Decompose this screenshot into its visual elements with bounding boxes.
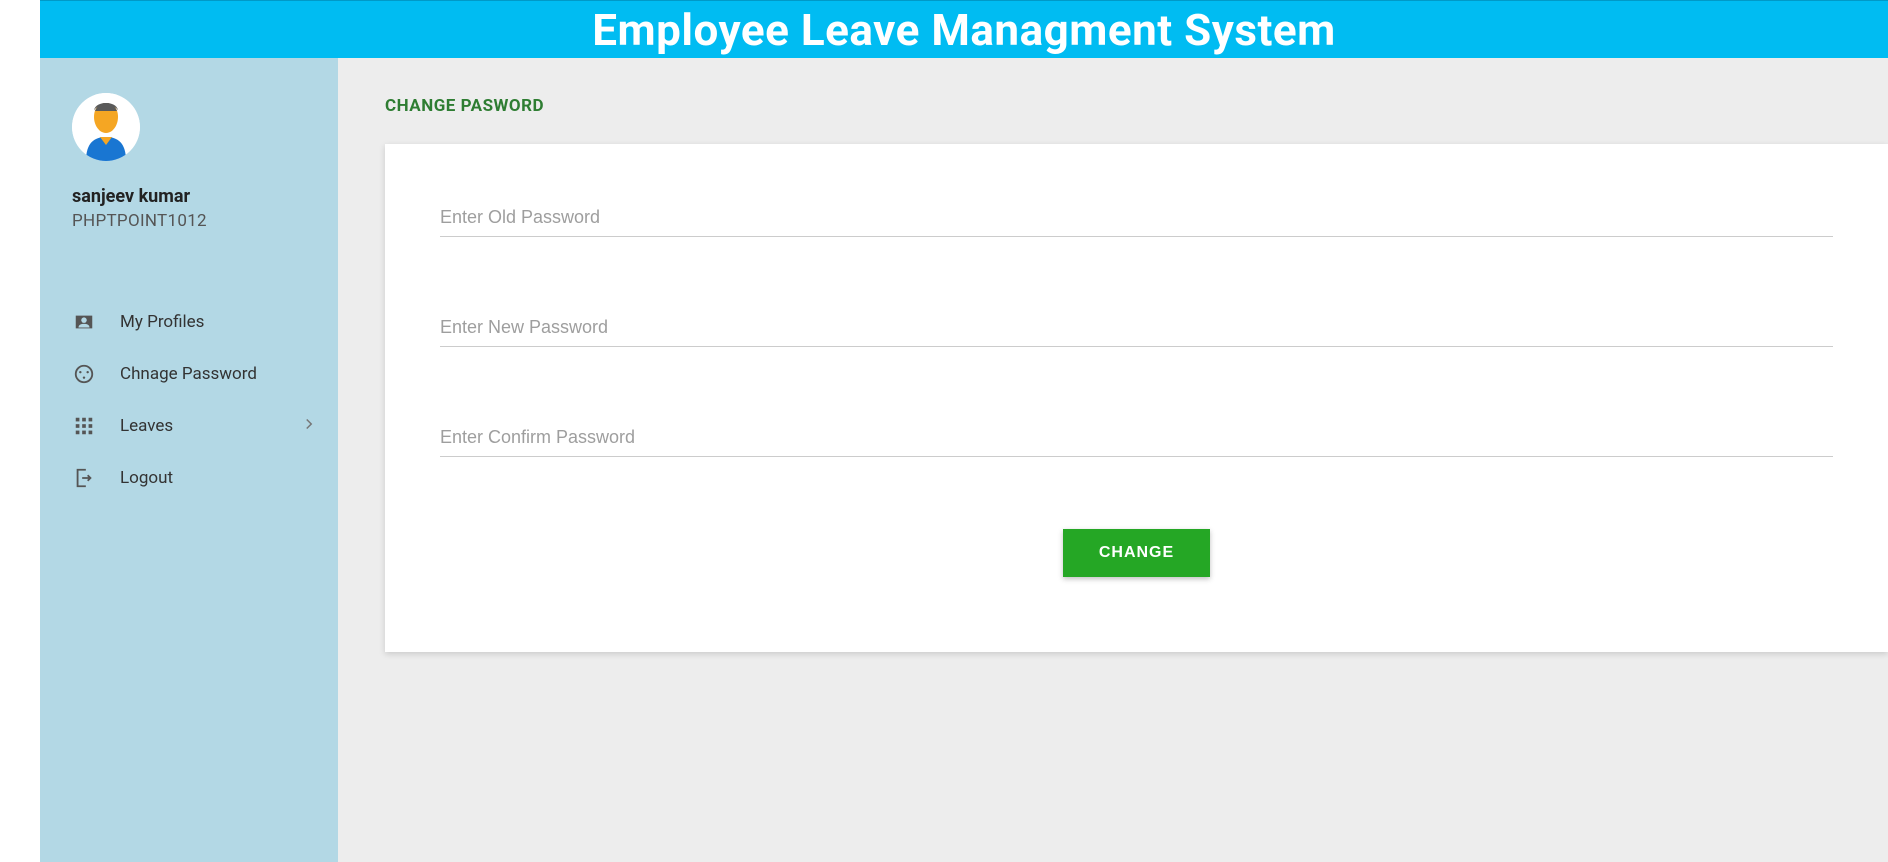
- old-password-field: [440, 199, 1833, 237]
- grid-icon: [72, 414, 96, 438]
- change-password-card: CHANGE: [385, 144, 1888, 652]
- sidebar-nav: My Profiles Chnage Password Leaves: [40, 296, 338, 504]
- app-title: Employee Leave Managment System: [592, 4, 1335, 56]
- app-header: Employee Leave Managment System: [40, 0, 1888, 58]
- chevron-right-icon: [300, 415, 318, 438]
- profile-icon: [72, 310, 96, 334]
- confirm-password-input[interactable]: [440, 419, 1833, 457]
- logout-icon: [72, 466, 96, 490]
- password-icon: [72, 362, 96, 386]
- nav-item-my-profiles[interactable]: My Profiles: [40, 296, 338, 348]
- user-name: sanjeev kumar: [72, 186, 338, 207]
- nav-item-leaves[interactable]: Leaves: [40, 400, 338, 452]
- page-title: CHANGE PASWORD: [385, 96, 1888, 116]
- submit-container: CHANGE: [440, 529, 1833, 577]
- confirm-password-field: [440, 419, 1833, 457]
- avatar: [72, 93, 140, 161]
- nav-label: Leaves: [120, 416, 300, 436]
- avatar-container: [40, 58, 338, 176]
- user-id: PHPTPOINT1012: [72, 211, 338, 231]
- change-button[interactable]: CHANGE: [1063, 529, 1210, 577]
- sidebar: sanjeev kumar PHPTPOINT1012 My Profiles …: [40, 58, 338, 862]
- nav-label: Logout: [120, 468, 318, 488]
- nav-item-logout[interactable]: Logout: [40, 452, 338, 504]
- nav-item-change-password[interactable]: Chnage Password: [40, 348, 338, 400]
- left-gutter: [0, 0, 40, 862]
- user-info: sanjeev kumar PHPTPOINT1012: [40, 176, 338, 231]
- main-content: CHANGE PASWORD CHANGE: [338, 58, 1888, 862]
- nav-label: My Profiles: [120, 312, 318, 332]
- old-password-input[interactable]: [440, 199, 1833, 237]
- new-password-field: [440, 309, 1833, 347]
- new-password-input[interactable]: [440, 309, 1833, 347]
- nav-label: Chnage Password: [120, 364, 318, 384]
